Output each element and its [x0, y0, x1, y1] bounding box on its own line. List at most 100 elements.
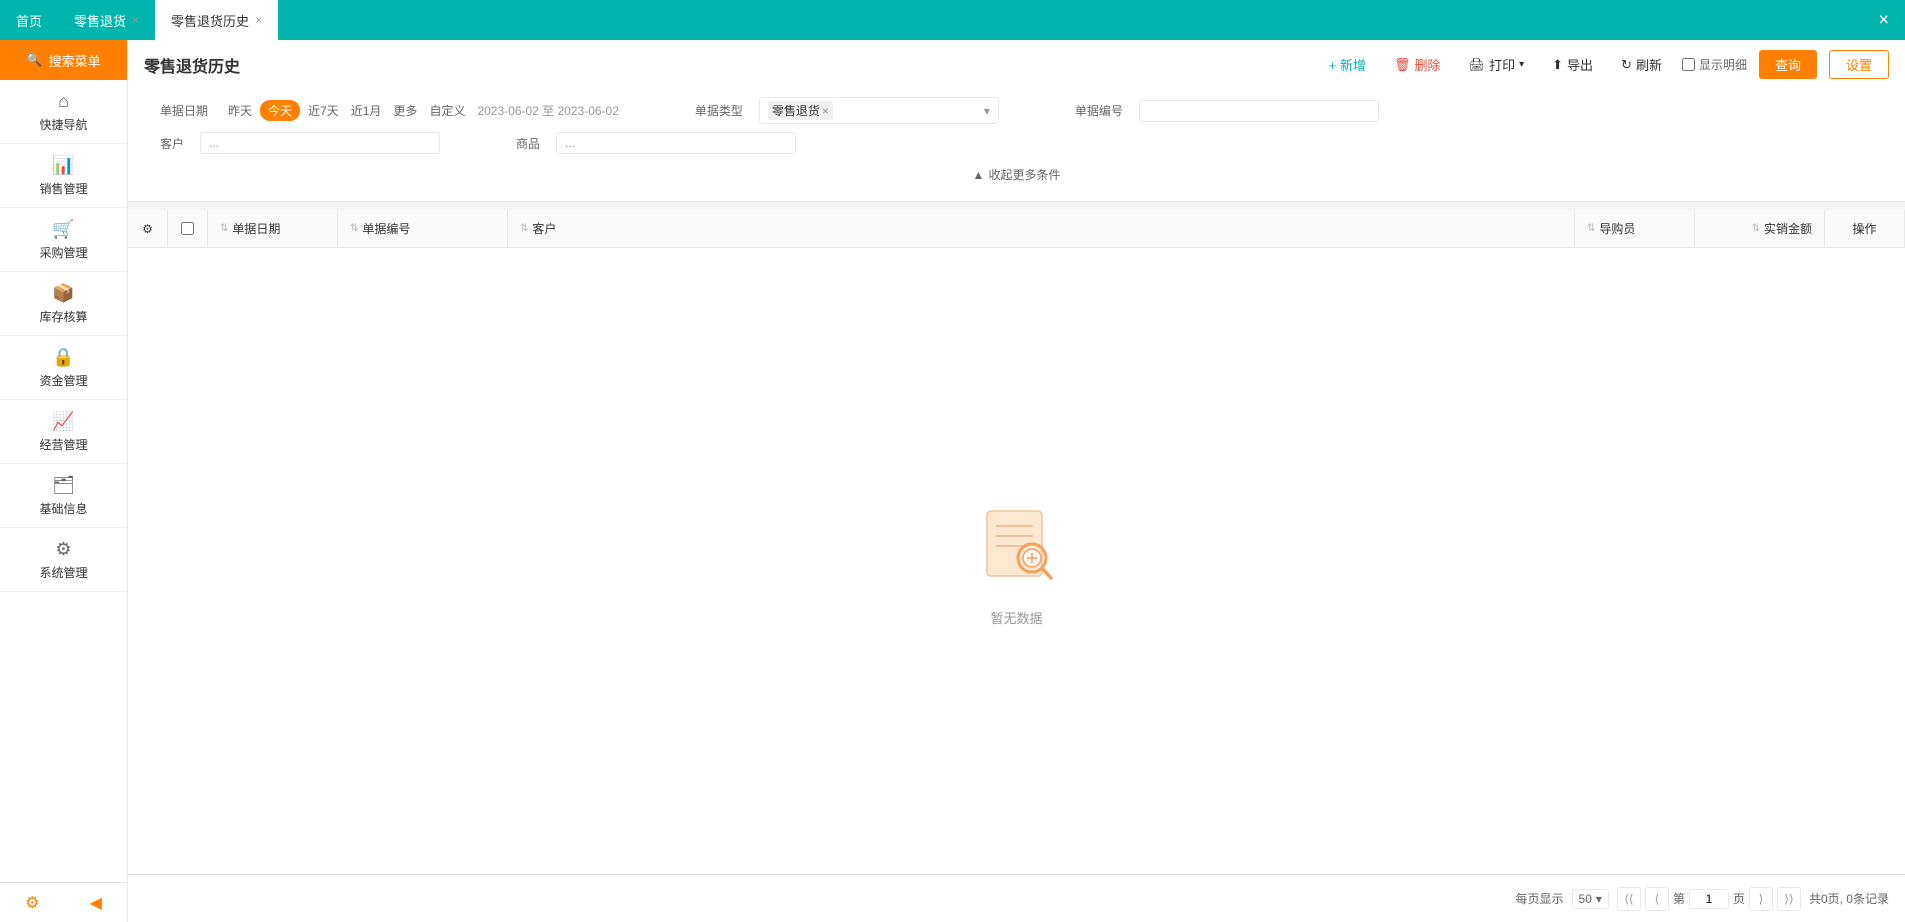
settings-bottom-icon[interactable]: ⚙: [25, 893, 39, 913]
per-page-arrow: ▾: [1596, 892, 1602, 906]
sidebar-item-purchase[interactable]: 🛒 采购管理: [0, 208, 127, 272]
th-action: 操作: [1825, 210, 1905, 247]
window-close-icon[interactable]: ×: [1878, 10, 1889, 31]
per-page-select[interactable]: 50 ▾: [1572, 889, 1609, 909]
date-last7[interactable]: 近7天: [304, 100, 343, 121]
th-date[interactable]: ⇅ 单据日期: [208, 210, 338, 247]
table-header: ⚙ ⇅ 单据日期 ⇅ 单据编号 ⇅ 客户 ⇅: [128, 210, 1905, 248]
date-range-display: 2023-06-02 至 2023-06-02: [477, 102, 618, 119]
operations-icon: 📈: [52, 411, 74, 432]
empty-state: 暂无数据: [128, 248, 1905, 874]
sort-num-icon: ⇅: [350, 223, 358, 234]
system-icon: ⚙: [55, 539, 71, 560]
sidebar-search[interactable]: 🔍 搜索菜单: [0, 40, 127, 80]
export-button[interactable]: ⬆ 导出: [1544, 51, 1601, 78]
close-retail-return-tab[interactable]: ×: [132, 13, 139, 27]
print-icon: 🖨: [1469, 57, 1486, 73]
date-today[interactable]: 今天: [260, 100, 300, 121]
sort-guide-icon: ⇅: [1587, 223, 1595, 234]
purchase-icon: 🛒: [52, 219, 74, 240]
delete-button[interactable]: 🗑 删除: [1386, 51, 1449, 78]
refresh-icon: ↻: [1621, 57, 1632, 73]
sidebar-item-system[interactable]: ⚙ 系统管理: [0, 528, 127, 592]
tab-home[interactable]: 首页: [0, 0, 58, 40]
delete-icon: 🗑: [1394, 57, 1411, 73]
settings-icon: ⚙: [142, 222, 153, 236]
page-unit: 页: [1733, 890, 1745, 907]
page-nav: ⟨⟨ ⟨ 第 页 ⟩ ⟩⟩: [1617, 887, 1801, 911]
filter-row-1: 单据日期 昨天 今天 近7天 近1月 更多 自定义 2023-06-02 至 2…: [160, 97, 1873, 124]
main-content: 零售退货历史 + 新增 🗑 删除 🖨 打印 ▾ ⬆ 导出: [128, 40, 1905, 922]
type-label: 单据类型: [695, 102, 743, 119]
collapse-button[interactable]: ▲ 收起更多条件: [160, 162, 1873, 187]
home-icon: ⌂: [58, 91, 69, 112]
search-icon: 🔍: [26, 52, 42, 68]
inventory-icon: 📦: [52, 283, 74, 304]
close-history-tab[interactable]: ×: [255, 13, 262, 27]
filter-row-2: 客户 ... 商品 ...: [160, 132, 1873, 154]
page-label: 第: [1673, 890, 1685, 907]
th-check[interactable]: [168, 210, 208, 247]
top-bar: 首页 零售退货 × 零售退货历史 × ×: [0, 0, 1905, 40]
th-settings[interactable]: ⚙: [128, 210, 168, 247]
per-page-label: 每页显示: [1516, 890, 1564, 907]
new-button[interactable]: + 新增: [1321, 51, 1374, 78]
sidebar-item-quick-nav[interactable]: ⌂ 快捷导航: [0, 80, 127, 144]
goods-placeholder: ...: [565, 136, 575, 150]
number-label: 单据编号: [1075, 102, 1123, 119]
sidebar-item-inventory[interactable]: 📦 库存核算: [0, 272, 127, 336]
type-tag: 零售退货 ×: [768, 101, 833, 120]
filter-area: 单据日期 昨天 今天 近7天 近1月 更多 自定义 2023-06-02 至 2…: [144, 89, 1889, 201]
th-number[interactable]: ⇅ 单据编号: [338, 210, 508, 247]
sidebar: 🔍 搜索菜单 ⌂ 快捷导航 📊 销售管理 🛒 采购管理 📦 库存核算 🔒 资金管…: [0, 40, 128, 922]
sidebar-item-sales[interactable]: 📊 销售管理: [0, 144, 127, 208]
page-input[interactable]: [1689, 889, 1729, 909]
export-icon: ⬆: [1552, 57, 1563, 73]
collapse-sidebar-icon[interactable]: ◀: [90, 893, 102, 913]
total-text: 共0页, 0条记录: [1809, 890, 1889, 907]
date-more[interactable]: 更多: [389, 100, 421, 121]
customer-placeholder: ...: [209, 136, 219, 150]
number-input[interactable]: [1139, 100, 1379, 122]
show-detail-checkbox-label[interactable]: 显示明细: [1682, 56, 1747, 73]
show-detail-checkbox[interactable]: [1682, 58, 1695, 71]
goods-select[interactable]: ...: [556, 132, 796, 154]
th-amount[interactable]: ⇅ 实销金额: [1695, 210, 1825, 247]
refresh-button[interactable]: ↻ 刷新: [1613, 51, 1670, 78]
date-options: 昨天 今天 近7天 近1月 更多 自定义 2023-06-02 至 2023-0…: [224, 100, 619, 121]
customer-select[interactable]: ...: [200, 132, 440, 154]
date-custom[interactable]: 自定义: [425, 100, 469, 121]
table-area: ⚙ ⇅ 单据日期 ⇅ 单据编号 ⇅ 客户 ⇅: [128, 210, 1905, 874]
date-yesterday[interactable]: 昨天: [224, 100, 256, 121]
empty-text: 暂无数据: [990, 608, 1042, 627]
finance-icon: 🔒: [52, 347, 74, 368]
th-customer[interactable]: ⇅ 客户: [508, 210, 1575, 247]
tab-retail-return-history[interactable]: 零售退货历史 ×: [155, 0, 278, 40]
next-page-button[interactable]: ⟩: [1749, 887, 1773, 911]
print-button[interactable]: 🖨 打印 ▾: [1461, 51, 1533, 78]
query-button[interactable]: 查询: [1759, 50, 1817, 79]
sales-icon: 📊: [52, 155, 74, 176]
type-select-arrow: ▾: [984, 104, 990, 118]
first-page-button[interactable]: ⟨⟨: [1617, 887, 1641, 911]
type-select[interactable]: 零售退货 × ▾: [759, 97, 999, 124]
sidebar-item-basic-info[interactable]: 🗂 基础信息: [0, 464, 127, 528]
page-title: 零售退货历史: [144, 53, 240, 77]
sidebar-item-operations[interactable]: 📈 经营管理: [0, 400, 127, 464]
date-last1m[interactable]: 近1月: [347, 100, 386, 121]
th-guide[interactable]: ⇅ 导购员: [1575, 210, 1695, 247]
sidebar-item-finance[interactable]: 🔒 资金管理: [0, 336, 127, 400]
page-header: 零售退货历史 + 新增 🗑 删除 🖨 打印 ▾ ⬆ 导出: [128, 40, 1905, 202]
empty-icon: [967, 496, 1067, 596]
sort-customer-icon: ⇅: [520, 223, 528, 234]
select-all-checkbox[interactable]: [181, 222, 194, 235]
sidebar-bottom: ⚙ ◀: [0, 882, 127, 922]
type-tag-close[interactable]: ×: [822, 104, 829, 118]
basic-info-icon: 🗂: [52, 475, 75, 496]
settings-button[interactable]: 设置: [1829, 50, 1889, 79]
prev-page-button[interactable]: ⟨: [1645, 887, 1669, 911]
last-page-button[interactable]: ⟩⟩: [1777, 887, 1801, 911]
collapse-icon: ▲: [973, 168, 985, 182]
print-dropdown-icon: ▾: [1519, 59, 1524, 70]
tab-retail-return[interactable]: 零售退货 ×: [58, 0, 155, 40]
